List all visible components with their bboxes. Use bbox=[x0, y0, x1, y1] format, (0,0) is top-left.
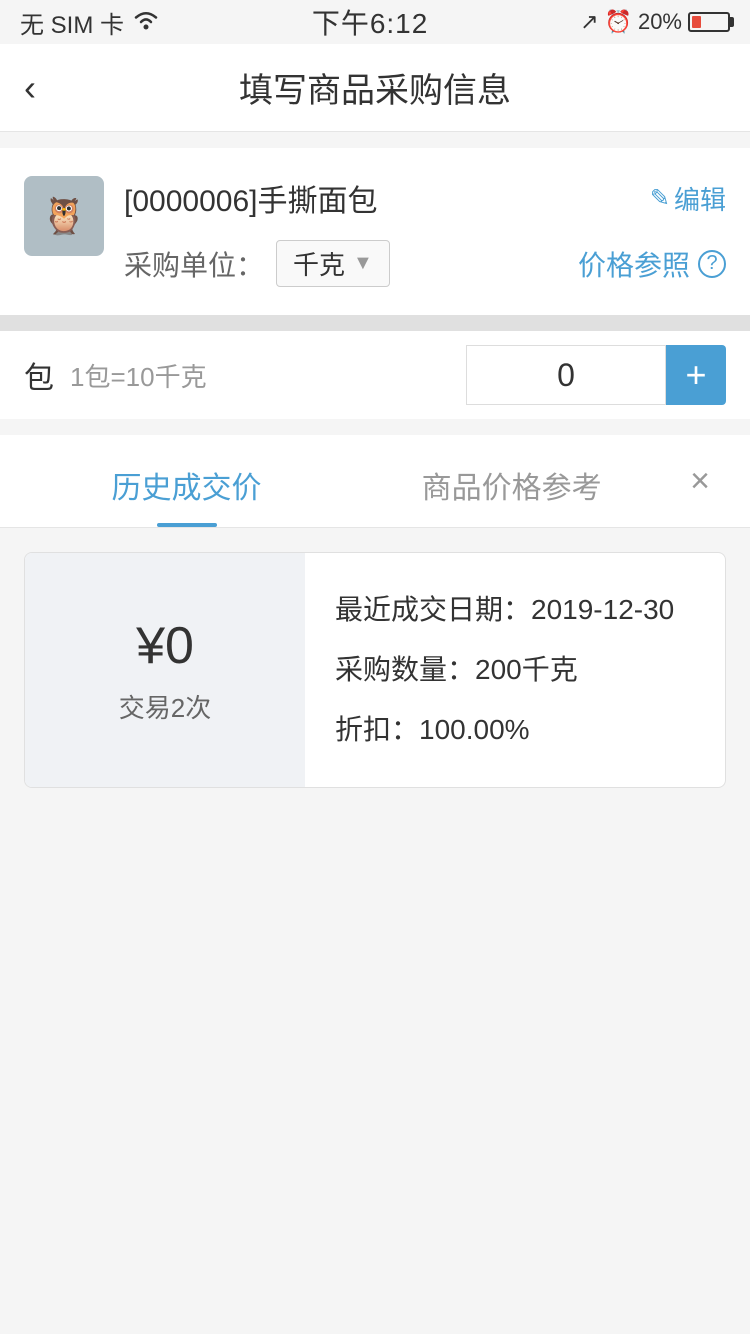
history-discount-row: 折扣：100.00% bbox=[335, 709, 695, 751]
status-time: 下午6:12 bbox=[312, 2, 429, 42]
history-date-label: 最近成交日期： bbox=[335, 594, 531, 625]
content-area: ¥0 交易2次 最近成交日期：2019-12-30 采购数量：200千克 折扣：… bbox=[0, 528, 750, 812]
history-price-left: ¥0 交易2次 bbox=[25, 553, 305, 787]
quantity-unit-info: 包 1包=10千克 bbox=[24, 353, 207, 397]
edit-button[interactable]: ✎ 编辑 bbox=[650, 180, 726, 217]
edit-icon: ✎ bbox=[650, 184, 670, 213]
back-button[interactable]: ‹ bbox=[24, 67, 36, 109]
unit-row: 采购单位： 千克 ▼ 价格参照 ? bbox=[124, 240, 726, 287]
battery-percent: 20% bbox=[638, 9, 682, 35]
status-right: ↗ ⏰ 20% bbox=[580, 9, 730, 35]
history-qty-value: 200千克 bbox=[475, 654, 578, 685]
edit-label: 编辑 bbox=[674, 180, 726, 217]
quantity-input[interactable] bbox=[466, 345, 666, 405]
product-icon: 🦉 bbox=[42, 195, 87, 237]
carrier-text: 无 SIM 卡 bbox=[20, 5, 124, 40]
history-discount-label: 折扣： bbox=[335, 714, 419, 745]
history-qty-label: 采购数量： bbox=[335, 654, 475, 685]
price-ref-help-icon: ? bbox=[698, 250, 726, 278]
status-carrier: 无 SIM 卡 bbox=[20, 5, 160, 40]
price-reference-button[interactable]: 价格参照 ? bbox=[578, 244, 726, 284]
wifi-icon bbox=[132, 8, 160, 37]
history-qty-row: 采购数量：200千克 bbox=[335, 649, 695, 691]
history-date-row: 最近成交日期：2019-12-30 bbox=[335, 589, 695, 631]
product-thumbnail: 🦉 bbox=[24, 176, 104, 256]
page-title: 填写商品采购信息 bbox=[239, 63, 511, 112]
product-card: 🦉 [0000006]手撕面包 ✎ 编辑 采购单位： 千克 ▼ 价格参照 ? bbox=[0, 148, 750, 315]
history-date-value: 2019-12-30 bbox=[531, 594, 674, 625]
product-info: [0000006]手撕面包 ✎ 编辑 采购单位： 千克 ▼ 价格参照 ? bbox=[124, 176, 726, 287]
unit-label: 采购单位： bbox=[124, 244, 264, 284]
unit-dropdown-arrow: ▼ bbox=[353, 252, 373, 275]
status-bar: 无 SIM 卡 下午6:12 ↗ ⏰ 20% bbox=[0, 0, 750, 44]
tabs-bar: 历史成交价 商品价格参考 × bbox=[0, 435, 750, 528]
section-divider bbox=[0, 315, 750, 331]
price-ref-label: 价格参照 bbox=[578, 244, 690, 284]
alarm-icon: ⏰ bbox=[605, 9, 632, 35]
history-price-card: ¥0 交易2次 最近成交日期：2019-12-30 采购数量：200千克 折扣：… bbox=[24, 552, 726, 788]
history-discount-value: 100.00% bbox=[419, 714, 530, 745]
history-price-right: 最近成交日期：2019-12-30 采购数量：200千克 折扣：100.00% bbox=[305, 553, 725, 787]
unit-value: 千克 bbox=[293, 245, 345, 282]
tab-history-price[interactable]: 历史成交价 bbox=[24, 435, 349, 527]
product-name-row: [0000006]手撕面包 ✎ 编辑 bbox=[124, 176, 726, 220]
unit-hint: 1包=10千克 bbox=[70, 357, 207, 394]
quantity-plus-button[interactable]: + bbox=[666, 345, 726, 405]
quantity-row: 包 1包=10千克 + bbox=[0, 331, 750, 419]
location-icon: ↗ bbox=[580, 9, 598, 35]
unit-badge: 包 bbox=[24, 353, 54, 397]
quantity-input-wrap: + bbox=[466, 345, 726, 405]
tab-price-reference[interactable]: 商品价格参考 bbox=[349, 435, 674, 527]
header: ‹ 填写商品采购信息 bbox=[0, 44, 750, 132]
close-panel-button[interactable]: × bbox=[674, 442, 726, 521]
unit-select[interactable]: 千克 ▼ bbox=[276, 240, 390, 287]
product-name: [0000006]手撕面包 bbox=[124, 176, 377, 220]
history-price-value: ¥0 bbox=[136, 616, 194, 676]
battery-icon bbox=[688, 12, 730, 32]
history-trades-count: 交易2次 bbox=[119, 688, 211, 725]
